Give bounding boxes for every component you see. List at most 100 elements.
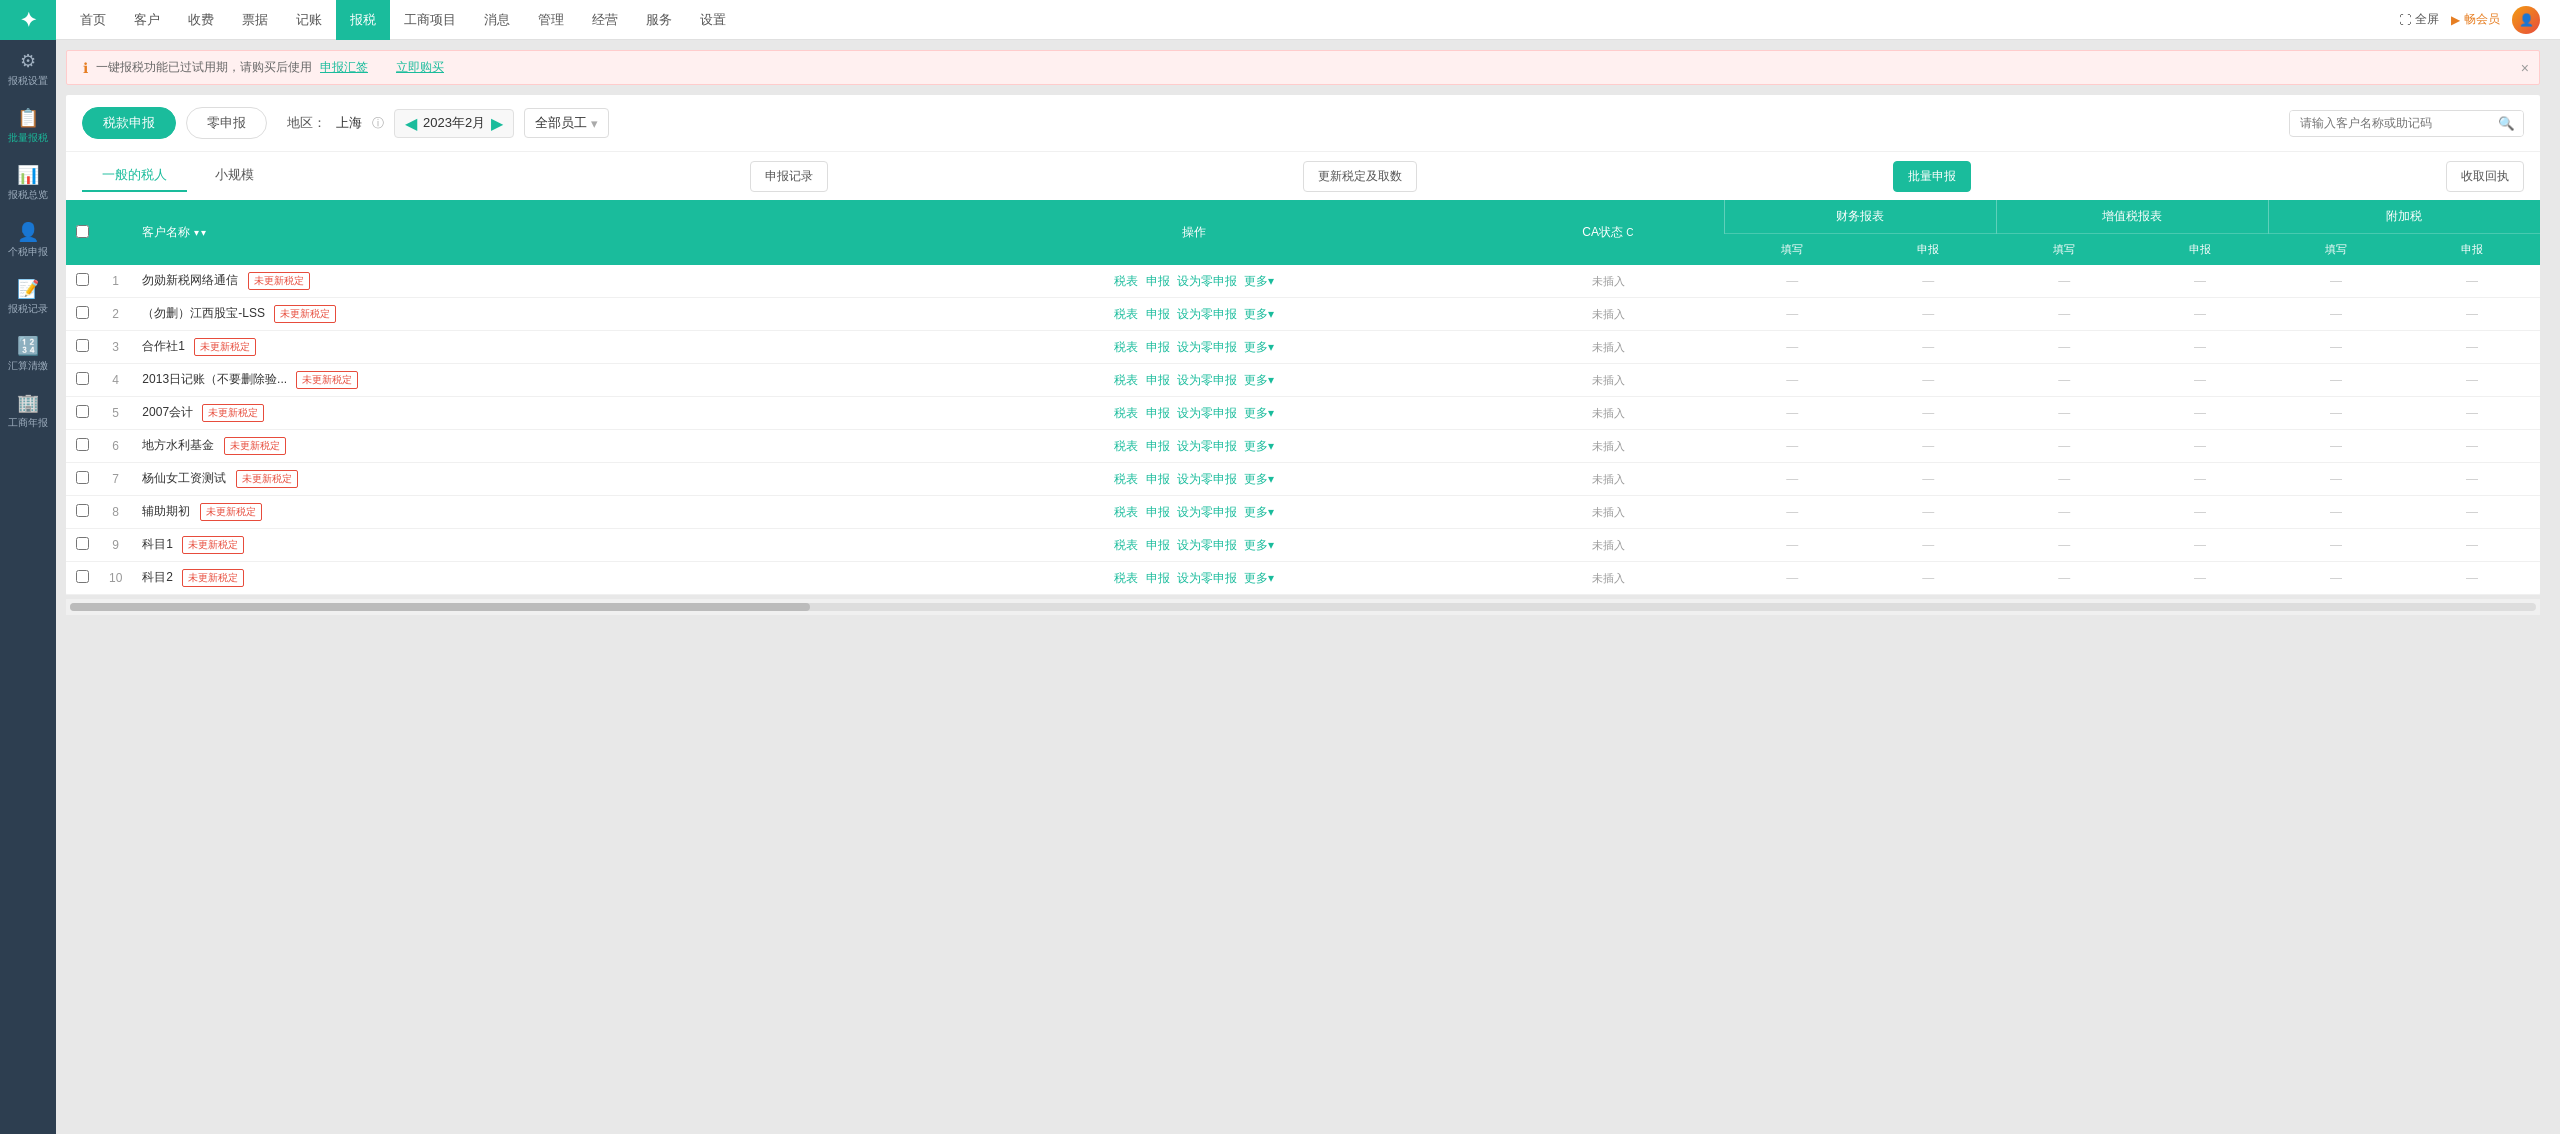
op-taxform-0[interactable]: 税表 (1114, 274, 1138, 288)
op-zerodeclare-2[interactable]: 设为零申报 (1177, 340, 1237, 354)
notice-close-button[interactable]: × (2521, 60, 2529, 76)
declare-record-button[interactable]: 申报记录 (750, 161, 828, 192)
scroll-thumb[interactable] (70, 603, 810, 611)
op-declare-1[interactable]: 申报 (1146, 307, 1170, 321)
row-checkbox-0[interactable] (66, 265, 99, 298)
op-more-5[interactable]: 更多▾ (1244, 439, 1274, 453)
op-declare-8[interactable]: 申报 (1146, 538, 1170, 552)
notice-link-declare[interactable]: 申报汇签 (320, 59, 368, 76)
sidebar-item-batch-tax[interactable]: 📋 批量报税 (0, 97, 56, 154)
batch-declare-button[interactable]: 批量申报 (1893, 161, 1971, 192)
fullscreen-button[interactable]: ⛶ 全屏 (2399, 11, 2439, 28)
op-declare-3[interactable]: 申报 (1146, 373, 1170, 387)
vip-button[interactable]: ▶ 畅会员 (2451, 11, 2500, 28)
op-taxform-2[interactable]: 税表 (1114, 340, 1138, 354)
nav-setting[interactable]: 设置 (686, 0, 740, 40)
op-zerodeclare-9[interactable]: 设为零申报 (1177, 571, 1237, 585)
search-input[interactable] (2290, 111, 2490, 135)
row-checkbox-2[interactable] (66, 331, 99, 364)
op-taxform-4[interactable]: 税表 (1114, 406, 1138, 420)
nav-invoice[interactable]: 收费 (174, 0, 228, 40)
tab-zero-declare[interactable]: 零申报 (186, 107, 267, 139)
th-checkbox[interactable] (66, 200, 99, 265)
horizontal-scrollbar[interactable] (66, 599, 2540, 615)
op-declare-4[interactable]: 申报 (1146, 406, 1170, 420)
nav-manage[interactable]: 管理 (524, 0, 578, 40)
row-checkbox-6[interactable] (66, 463, 99, 496)
row-checkbox-5[interactable] (66, 430, 99, 463)
row-checkbox-4[interactable] (66, 397, 99, 430)
tab-general[interactable]: 一般的税人 (82, 160, 187, 192)
op-taxform-7[interactable]: 税表 (1114, 505, 1138, 519)
op-more-7[interactable]: 更多▾ (1244, 505, 1274, 519)
sidebar-item-tax-record[interactable]: 📝 报税记录 (0, 268, 56, 325)
op-zerodeclare-0[interactable]: 设为零申报 (1177, 274, 1237, 288)
nav-operate[interactable]: 经营 (578, 0, 632, 40)
sidebar-item-personal-tax[interactable]: 👤 个税申报 (0, 211, 56, 268)
op-declare-6[interactable]: 申报 (1146, 472, 1170, 486)
op-zerodeclare-4[interactable]: 设为零申报 (1177, 406, 1237, 420)
row-checkbox-8[interactable] (66, 529, 99, 562)
op-declare-9[interactable]: 申报 (1146, 571, 1170, 585)
op-zerodeclare-1[interactable]: 设为零申报 (1177, 307, 1237, 321)
ca-sort[interactable]: C (1626, 227, 1633, 238)
row-checkbox-9[interactable] (66, 562, 99, 595)
op-zerodeclare-3[interactable]: 设为零申报 (1177, 373, 1237, 387)
op-zerodeclare-6[interactable]: 设为零申报 (1177, 472, 1237, 486)
op-taxform-1[interactable]: 税表 (1114, 307, 1138, 321)
nav-service[interactable]: 服务 (632, 0, 686, 40)
nav-tax[interactable]: 报税 (336, 0, 390, 40)
collect-return-button[interactable]: 收取回执 (2446, 161, 2524, 192)
nav-message[interactable]: 消息 (470, 0, 524, 40)
row-ops-4: 税表 申报 设为零申报 更多▾ (896, 397, 1492, 430)
sidebar-item-tax-overview[interactable]: 📊 报税总览 (0, 154, 56, 211)
sidebar-item-business-annual[interactable]: 🏢 工商年报 (0, 382, 56, 439)
top-nav: 首页 客户 收费 票据 记账 报税 工商项目 消息 管理 经营 服务 设置 ⛶ … (56, 0, 2560, 40)
main-wrapper: 首页 客户 收费 票据 记账 报税 工商项目 消息 管理 经营 服务 设置 ⛶ … (56, 0, 2560, 1134)
nav-home[interactable]: 首页 (66, 0, 120, 40)
op-declare-2[interactable]: 申报 (1146, 340, 1170, 354)
op-zerodeclare-5[interactable]: 设为零申报 (1177, 439, 1237, 453)
op-taxform-6[interactable]: 税表 (1114, 472, 1138, 486)
select-all-checkbox[interactable] (76, 225, 89, 238)
tab-small[interactable]: 小规模 (195, 160, 274, 192)
row-checkbox-3[interactable] (66, 364, 99, 397)
op-more-1[interactable]: 更多▾ (1244, 307, 1274, 321)
op-declare-7[interactable]: 申报 (1146, 505, 1170, 519)
notice-link-buy[interactable]: 立即购买 (396, 59, 444, 76)
op-more-0[interactable]: 更多▾ (1244, 274, 1274, 288)
op-declare-0[interactable]: 申报 (1146, 274, 1170, 288)
op-zerodeclare-8[interactable]: 设为零申报 (1177, 538, 1237, 552)
row-checkbox-7[interactable] (66, 496, 99, 529)
date-next-button[interactable]: ▶ (491, 114, 503, 133)
sidebar-item-calc-clear[interactable]: 🔢 汇算清缴 (0, 325, 56, 382)
nav-account[interactable]: 记账 (282, 0, 336, 40)
op-more-3[interactable]: 更多▾ (1244, 373, 1274, 387)
op-taxform-3[interactable]: 税表 (1114, 373, 1138, 387)
row-vdec-7: — (2132, 496, 2268, 529)
op-more-2[interactable]: 更多▾ (1244, 340, 1274, 354)
update-quota-button[interactable]: 更新税定及取数 (1303, 161, 1417, 192)
op-taxform-8[interactable]: 税表 (1114, 538, 1138, 552)
sidebar-item-tax-setting[interactable]: ⚙ 报税设置 (0, 40, 56, 97)
search-button[interactable]: 🔍 (2490, 111, 2523, 136)
op-more-4[interactable]: 更多▾ (1244, 406, 1274, 420)
op-taxform-5[interactable]: 税表 (1114, 439, 1138, 453)
op-more-9[interactable]: 更多▾ (1244, 571, 1274, 585)
nav-business[interactable]: 工商项目 (390, 0, 470, 40)
user-avatar[interactable]: 👤 (2512, 6, 2540, 34)
op-declare-5[interactable]: 申报 (1146, 439, 1170, 453)
client-name-sort[interactable]: ▾ (194, 227, 207, 238)
region-info-icon[interactable]: ⓘ (372, 115, 384, 132)
date-prev-button[interactable]: ◀ (405, 114, 417, 133)
op-more-8[interactable]: 更多▾ (1244, 538, 1274, 552)
op-taxform-9[interactable]: 税表 (1114, 571, 1138, 585)
nav-bill[interactable]: 票据 (228, 0, 282, 40)
nav-customer[interactable]: 客户 (120, 0, 174, 40)
tab-tax-declare[interactable]: 税款申报 (82, 107, 176, 139)
op-zerodeclare-7[interactable]: 设为零申报 (1177, 505, 1237, 519)
dept-select[interactable]: 全部员工 ▾ (524, 108, 609, 138)
status-badge: 未更新税定 (182, 536, 244, 554)
op-more-6[interactable]: 更多▾ (1244, 472, 1274, 486)
row-checkbox-1[interactable] (66, 298, 99, 331)
